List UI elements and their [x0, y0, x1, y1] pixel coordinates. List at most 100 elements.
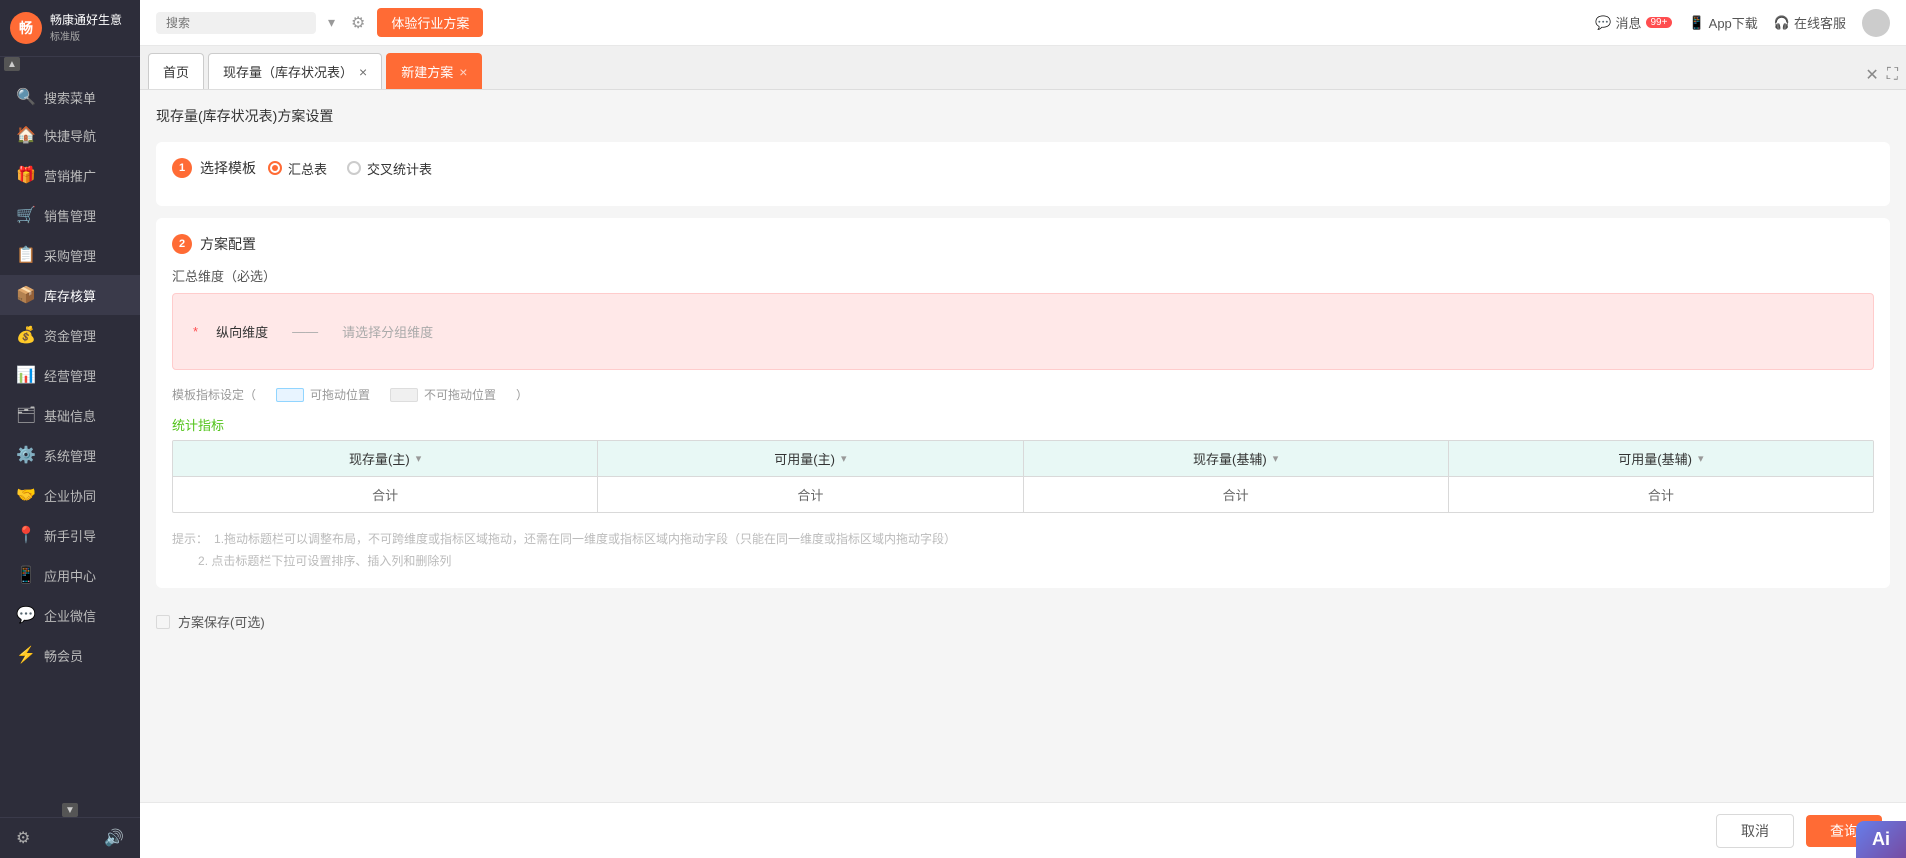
step2-title: 方案配置 — [200, 234, 256, 254]
app-logo-icon: 畅 — [10, 12, 42, 44]
sidebar-item-basic[interactable]: 🗂 基础信息 — [0, 395, 140, 435]
step1-badge: 1 — [172, 158, 192, 178]
page-title: 现存量(库存状况表)方案设置 — [156, 106, 1890, 126]
vertical-dimension-label: 纵向维度 — [216, 322, 268, 341]
dimension-placeholder: 请选择分组维度 — [342, 322, 433, 341]
settings-icon[interactable]: ⚙ — [16, 828, 30, 848]
draggable-legend-item: 可拖动位置 — [276, 386, 370, 403]
step2-header: 2 方案配置 — [172, 234, 1874, 254]
step2-section: 2 方案配置 汇总维度（必选） * 纵向维度 —— 请选择分组维度 模板指标设定… — [156, 218, 1890, 588]
cancel-button[interactable]: 取消 — [1716, 814, 1794, 848]
money-icon: 💰 — [16, 325, 36, 345]
sidebar-item-finance[interactable]: 💰 资金管理 — [0, 315, 140, 355]
tab-home[interactable]: 首页 — [148, 53, 204, 89]
cart-icon: 🛒 — [16, 205, 36, 225]
col1-dropdown-icon[interactable]: ▾ — [841, 452, 847, 465]
indicators-section: 模板指标设定（ 可拖动位置 不可拖动位置 ） 统计指标 现存 — [172, 386, 1874, 513]
content-area: 现存量(库存状况表)方案设置 1 选择模板 汇总表 交叉统计表 — [140, 90, 1906, 802]
headset-icon: 🎧 — [1774, 15, 1790, 31]
sidebar-item-cooperation[interactable]: 🤝 企业协同 — [0, 475, 140, 515]
stats-table: 现存量(主) ▾ 可用量(主) ▾ 现存量(基辅) ▾ 可用量(基辅) — [172, 440, 1874, 513]
volume-icon[interactable]: 🔊 — [104, 828, 124, 848]
user-avatar[interactable] — [1862, 9, 1890, 37]
radio-summary-circle — [268, 161, 282, 175]
trial-btn[interactable]: 体验行业方案 — [377, 8, 483, 37]
col3-dropdown-icon[interactable]: ▾ — [1698, 452, 1704, 465]
step1-header: 1 选择模板 汇总表 交叉统计表 — [172, 158, 1874, 178]
topbar: ▾ ⚙ 体验行业方案 💬 消息 99+ 📱 App下载 🎧 在线客服 — [140, 0, 1906, 46]
col2-dropdown-icon[interactable]: ▾ — [1273, 452, 1279, 465]
box-icon: 📦 — [16, 285, 36, 305]
col-available-aux[interactable]: 可用量(基辅) ▾ — [1449, 441, 1873, 476]
sidebar-item-search[interactable]: 🔍 搜索菜单 — [0, 79, 140, 115]
sidebar-item-sales[interactable]: 🛒 销售管理 — [0, 195, 140, 235]
tab-new-plan[interactable]: 新建方案 × — [386, 53, 482, 89]
gift-icon: 🎁 — [16, 165, 36, 185]
tab-new-plan-close-icon[interactable]: × — [459, 64, 467, 80]
stats-table-header: 现存量(主) ▾ 可用量(主) ▾ 现存量(基辅) ▾ 可用量(基辅) — [173, 441, 1873, 477]
sidebar-item-shortcut[interactable]: 🏠 快捷导航 — [0, 115, 140, 155]
sidebar-item-marketing[interactable]: 🎁 营销推广 — [0, 155, 140, 195]
tab-close-all-icon[interactable]: ✕ — [1865, 65, 1878, 85]
dim-separator: —— — [292, 324, 318, 339]
tabs-actions: ✕ ⛶ — [1865, 65, 1906, 89]
sidebar-item-wechat[interactable]: 💬 企业微信 — [0, 595, 140, 635]
topbar-dropdown-icon[interactable]: ▾ — [328, 14, 335, 31]
stats-title: 统计指标 — [172, 415, 1874, 434]
gear-icon: ⚙️ — [16, 445, 36, 465]
step1-section: 1 选择模板 汇总表 交叉统计表 — [156, 142, 1890, 206]
radio-cross-circle — [347, 161, 361, 175]
topbar-gear-icon[interactable]: ⚙ — [351, 13, 365, 33]
body-col1: 合计 — [598, 477, 1023, 512]
search-input[interactable] — [156, 12, 316, 34]
template-radio-group: 汇总表 交叉统计表 — [268, 159, 432, 178]
sidebar-item-purchase[interactable]: 📋 采购管理 — [0, 235, 140, 275]
col-current-aux[interactable]: 现存量(基辅) ▾ — [1024, 441, 1449, 476]
handshake-icon: 🤝 — [16, 485, 36, 505]
sidebar-item-operations[interactable]: 📊 经营管理 — [0, 355, 140, 395]
tips-section: 提示： 1.拖动标题栏可以调整布局，不可跨维度或指标区域拖动，还需在同一维度或指… — [172, 529, 1874, 572]
col-available-main[interactable]: 可用量(主) ▾ — [598, 441, 1023, 476]
scroll-down-arrow[interactable]: ▼ — [62, 803, 78, 817]
tip2: 2. 点击标题栏下拉可设置排序、插入列和删除列 — [172, 551, 1874, 573]
tip1: 提示： 1.拖动标题栏可以调整布局，不可跨维度或指标区域拖动，还需在同一维度或指… — [172, 529, 1874, 551]
messages-btn[interactable]: 💬 消息 99+ — [1595, 13, 1672, 32]
sidebar-item-inventory[interactable]: 📦 库存核算 — [0, 275, 140, 315]
search-icon: 🔍 — [16, 87, 36, 107]
sidebar-logo: 畅 畅康通好生意 标准版 — [0, 0, 140, 57]
tab-maximize-icon[interactable]: ⛶ — [1887, 66, 1898, 84]
dimension-label: 汇总维度（必选） — [172, 266, 1874, 285]
tab-inventory-status[interactable]: 现存量（库存状况表） × — [208, 53, 382, 89]
scroll-up-arrow[interactable]: ▲ — [4, 57, 20, 71]
sidebar-item-appstore[interactable]: 📱 应用中心 — [0, 555, 140, 595]
app-logo-text: 畅康通好生意 标准版 — [50, 13, 122, 44]
message-icon: 💬 — [1595, 15, 1611, 31]
sidebar: 畅 畅康通好生意 标准版 ▲ 🔍 搜索菜单 🏠 快捷导航 🎁 营销推广 🛒 销售… — [0, 0, 140, 858]
save-checkbox[interactable] — [156, 615, 170, 629]
ai-badge[interactable]: Ai — [1856, 821, 1906, 858]
bottom-bar: 取消 查询 — [140, 802, 1906, 858]
radio-cross-table[interactable]: 交叉统计表 — [347, 159, 432, 178]
phone-icon: 📱 — [16, 565, 36, 585]
col0-dropdown-icon[interactable]: ▾ — [416, 452, 422, 465]
sidebar-item-system[interactable]: ⚙️ 系统管理 — [0, 435, 140, 475]
body-col0: 合计 — [173, 477, 598, 512]
main-area: ▾ ⚙ 体验行业方案 💬 消息 99+ 📱 App下载 🎧 在线客服 首页 — [140, 0, 1906, 858]
sidebar-item-guide[interactable]: 📍 新手引导 — [0, 515, 140, 555]
sidebar-item-member[interactable]: ⚡ 畅会员 — [0, 635, 140, 675]
dimension-box[interactable]: * 纵向维度 —— 请选择分组维度 — [172, 293, 1874, 370]
topbar-right: 💬 消息 99+ 📱 App下载 🎧 在线客服 — [1595, 9, 1890, 37]
body-col2: 合计 — [1024, 477, 1449, 512]
tab-inventory-close-icon[interactable]: × — [359, 64, 367, 80]
required-star: * — [193, 324, 198, 339]
body-col3: 合计 — [1449, 477, 1873, 512]
tab-bar: 首页 现存量（库存状况表） × 新建方案 × ✕ ⛶ — [140, 46, 1906, 90]
app-download-btn[interactable]: 📱 App下载 — [1688, 13, 1757, 32]
online-service-btn[interactable]: 🎧 在线客服 — [1774, 13, 1846, 32]
col-current-main[interactable]: 现存量(主) ▾ — [173, 441, 598, 476]
radio-summary-table[interactable]: 汇总表 — [268, 159, 327, 178]
sidebar-nav: 🔍 搜索菜单 🏠 快捷导航 🎁 营销推广 🛒 销售管理 📋 采购管理 📦 库存核… — [0, 71, 140, 803]
indicators-legend: 模板指标设定（ 可拖动位置 不可拖动位置 ） — [172, 386, 1874, 403]
sidebar-footer: ⚙ 🔊 — [0, 817, 140, 858]
chart-icon: 📊 — [16, 365, 36, 385]
